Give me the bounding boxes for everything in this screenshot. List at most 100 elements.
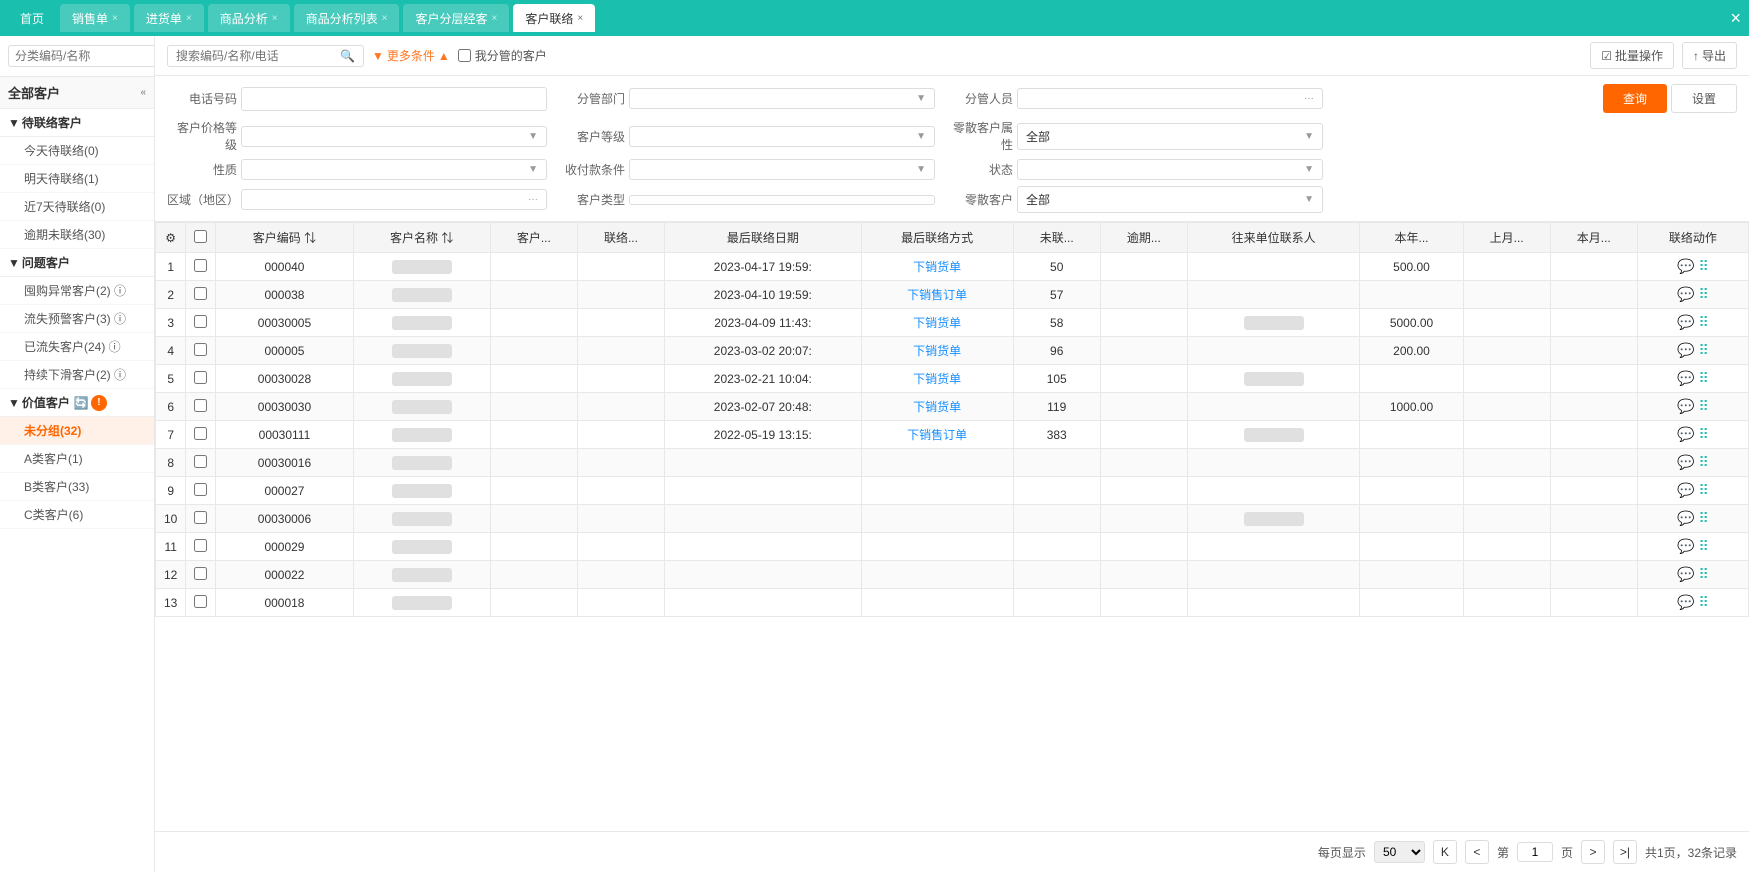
grid-icon[interactable]: ⠿	[1699, 342, 1709, 359]
chat-icon[interactable]: 💬	[1677, 566, 1694, 583]
scatter-customer-select[interactable]: 全部 ▼	[1017, 186, 1323, 213]
grid-icon[interactable]: ⠿	[1699, 510, 1709, 527]
row-checkbox-10[interactable]	[186, 533, 216, 561]
select-all-checkbox[interactable]	[194, 230, 207, 243]
refresh-icon[interactable]: 🔄	[74, 396, 89, 410]
grid-icon[interactable]: ⠿	[1699, 314, 1709, 331]
dept-select[interactable]: ▼	[629, 88, 935, 109]
category-search-input[interactable]	[8, 45, 155, 67]
overdue-col-header[interactable]: 逾期...	[1100, 223, 1187, 253]
last-month-col-header[interactable]: 上月...	[1463, 223, 1550, 253]
grid-icon[interactable]: ⠿	[1699, 398, 1709, 415]
all-customers-header[interactable]: 全部客户 «	[0, 77, 154, 109]
batch-op-button[interactable]: ☑ 批量操作	[1590, 42, 1674, 69]
grid-icon[interactable]: ⠿	[1699, 286, 1709, 303]
row-checkbox-8[interactable]	[186, 477, 216, 505]
not-contact-col-header[interactable]: 未联...	[1013, 223, 1100, 253]
row-last-method-10[interactable]	[861, 533, 1013, 561]
chat-icon[interactable]: 💬	[1677, 482, 1694, 499]
last-method-col-header[interactable]: 最后联络方式	[861, 223, 1013, 253]
page-number-input[interactable]	[1517, 842, 1553, 862]
reset-button[interactable]: 设置	[1671, 84, 1737, 113]
tab-home[interactable]: 首页	[8, 4, 56, 32]
grid-icon[interactable]: ⠿	[1699, 426, 1709, 443]
row-last-method-9[interactable]	[861, 505, 1013, 533]
grid-icon[interactable]: ⠿	[1699, 370, 1709, 387]
export-button[interactable]: ↑ 导出	[1682, 42, 1737, 69]
grid-icon[interactable]: ⠿	[1699, 538, 1709, 555]
row-checkbox-4[interactable]	[186, 365, 216, 393]
problem-group-header[interactable]: ▼ 问题客户	[0, 249, 154, 277]
close-all-button[interactable]: ×	[1730, 9, 1741, 27]
grid-icon[interactable]: ⠿	[1699, 594, 1709, 611]
payment-select[interactable]: ▼	[629, 159, 935, 180]
price-level-select[interactable]: ▼	[241, 126, 547, 147]
customer-type-select[interactable]	[629, 195, 935, 205]
row-checkbox-3[interactable]	[186, 337, 216, 365]
type-col-header[interactable]: 客户...	[490, 223, 577, 253]
declining-item[interactable]: 持续下滑客户(2) ⓘ	[0, 361, 154, 389]
a-class-item[interactable]: A类客户(1)	[0, 445, 154, 473]
overdue-pending-item[interactable]: 逾期未联络(30)	[0, 221, 154, 249]
region-select[interactable]: ···	[241, 189, 547, 210]
week-pending-item[interactable]: 近7天待联络(0)	[0, 193, 154, 221]
chat-icon[interactable]: 💬	[1677, 594, 1694, 611]
churn-warning-item[interactable]: 流失预警客户(3) ⓘ	[0, 305, 154, 333]
status-select[interactable]: ▼	[1017, 159, 1323, 180]
row-checkbox-9[interactable]	[186, 505, 216, 533]
this-month-col-header[interactable]: 本月...	[1550, 223, 1637, 253]
value-group-header[interactable]: ▼ 价值客户 🔄 !	[0, 389, 154, 417]
chat-icon[interactable]: 💬	[1677, 258, 1694, 275]
tab-sales[interactable]: 销售单 ×	[60, 4, 130, 32]
my-customers-checkbox-label[interactable]: 我分管的客户	[458, 47, 547, 64]
contact-col-header[interactable]: 联络...	[577, 223, 664, 253]
query-button[interactable]: 查询	[1603, 84, 1667, 113]
row-checkbox-7[interactable]	[186, 449, 216, 477]
row-last-method-3[interactable]: 下销货单	[861, 337, 1013, 365]
customer-search-input[interactable]	[176, 49, 336, 63]
row-last-method-1[interactable]: 下销售订单	[861, 281, 1013, 309]
phone-input[interactable]	[241, 87, 547, 111]
chat-icon[interactable]: 💬	[1677, 370, 1694, 387]
row-last-method-4[interactable]: 下销货单	[861, 365, 1013, 393]
grid-icon[interactable]: ⠿	[1699, 482, 1709, 499]
last-date-col-header[interactable]: 最后联络日期	[665, 223, 862, 253]
grid-icon[interactable]: ⠿	[1699, 258, 1709, 275]
name-col-header[interactable]: 客户名称 ⇅	[353, 223, 490, 253]
row-checkbox-5[interactable]	[186, 393, 216, 421]
chat-icon[interactable]: 💬	[1677, 426, 1694, 443]
close-contact-tab[interactable]: ×	[577, 13, 583, 24]
related-contact-col-header[interactable]: 往来单位联系人	[1187, 223, 1360, 253]
row-last-method-11[interactable]	[861, 561, 1013, 589]
row-last-method-12[interactable]	[861, 589, 1013, 617]
chat-icon[interactable]: 💬	[1677, 286, 1694, 303]
row-last-method-2[interactable]: 下销货单	[861, 309, 1013, 337]
row-last-method-5[interactable]: 下销货单	[861, 393, 1013, 421]
my-customers-checkbox[interactable]	[458, 49, 471, 62]
churned-item[interactable]: 已流失客户(24) ⓘ	[0, 333, 154, 361]
chat-icon[interactable]: 💬	[1677, 510, 1694, 527]
settings-col-header[interactable]: ⚙	[156, 223, 186, 253]
close-analysis-list-tab[interactable]: ×	[382, 13, 388, 24]
tab-purchase[interactable]: 进货单 ×	[134, 4, 204, 32]
tab-analysis-list[interactable]: 商品分析列表 ×	[294, 4, 400, 32]
tab-customer-segment[interactable]: 客户分层经客 ×	[403, 4, 509, 32]
row-checkbox-0[interactable]	[186, 253, 216, 281]
today-pending-item[interactable]: 今天待联络(0)	[0, 137, 154, 165]
first-page-button[interactable]: K	[1433, 840, 1457, 864]
chat-icon[interactable]: 💬	[1677, 342, 1694, 359]
next-page-button[interactable]: >	[1581, 840, 1605, 864]
row-checkbox-12[interactable]	[186, 589, 216, 617]
last-page-button[interactable]: >|	[1613, 840, 1637, 864]
row-last-method-0[interactable]: 下销货单	[861, 253, 1013, 281]
close-analysis-tab[interactable]: ×	[272, 13, 278, 24]
this-year-col-header[interactable]: 本年...	[1360, 223, 1463, 253]
pending-group-header[interactable]: ▼ 待联络客户	[0, 109, 154, 137]
prev-page-button[interactable]: <	[1465, 840, 1489, 864]
grid-icon[interactable]: ⠿	[1699, 566, 1709, 583]
close-sales-tab[interactable]: ×	[112, 13, 118, 24]
row-checkbox-11[interactable]	[186, 561, 216, 589]
row-last-method-6[interactable]: 下销售订单	[861, 421, 1013, 449]
hoarding-item[interactable]: 囤购异常客户(2) ⓘ	[0, 277, 154, 305]
row-checkbox-2[interactable]	[186, 309, 216, 337]
